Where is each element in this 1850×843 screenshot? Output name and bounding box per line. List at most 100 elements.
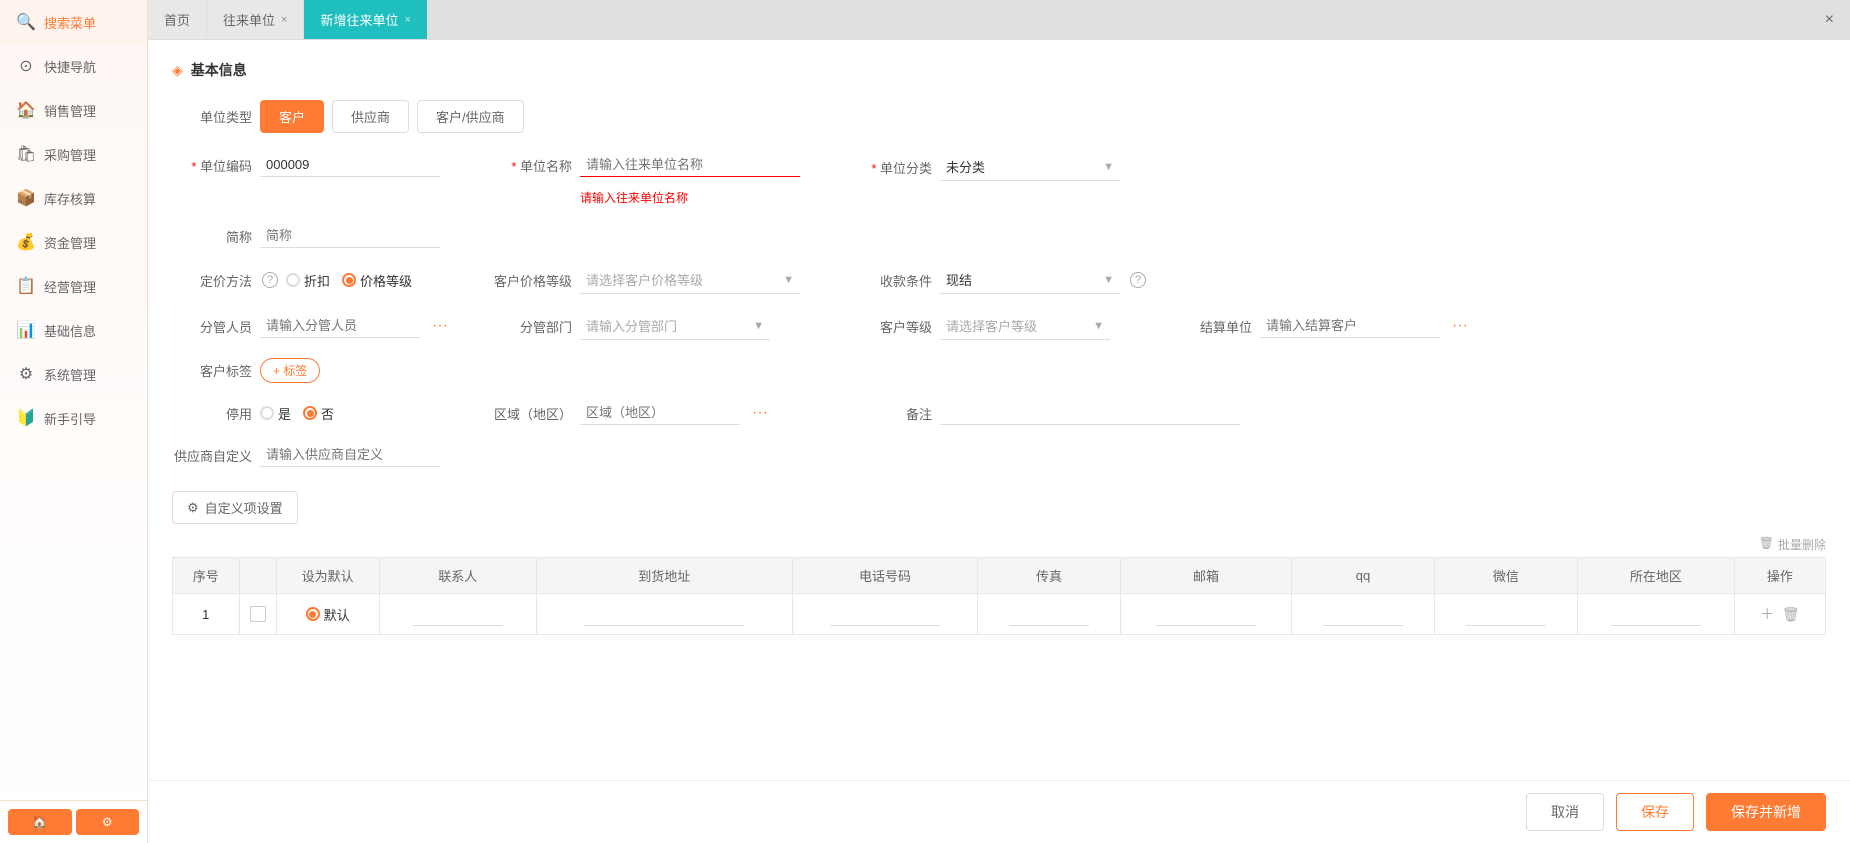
type-btn-supplier[interactable]: 供应商	[332, 100, 409, 133]
payment-terms-arrow: ▼	[1103, 274, 1114, 286]
sidebar-item-quick-nav[interactable]: ⊙ 快捷导航	[0, 44, 147, 88]
address-input[interactable]	[584, 602, 744, 626]
cell-checkbox[interactable]	[239, 594, 276, 635]
default-radio	[306, 607, 320, 621]
type-btn-customer[interactable]: 客户	[260, 100, 324, 133]
sidebar-item-sales[interactable]: 🏠 销售管理	[0, 88, 147, 132]
default-radio-item[interactable]: 默认	[287, 605, 369, 624]
customer-tag-field: 客户标签 + 标签	[172, 358, 320, 383]
window-close-button[interactable]: ×	[1809, 0, 1850, 39]
pricing-info-icon[interactable]: ?	[262, 272, 278, 288]
unit-category-select[interactable]: 未分类 ▼	[940, 153, 1120, 181]
payment-terms-info-icon[interactable]: ?	[1130, 272, 1146, 288]
custom-settings-button[interactable]: ⚙ 自定义项设置	[172, 491, 298, 524]
sidebar-item-guide[interactable]: 🔰 新手引导	[0, 396, 147, 440]
region-more-btn[interactable]: ···	[752, 404, 768, 422]
unit-name-input[interactable]	[580, 153, 800, 177]
col-default: 设为默认	[276, 558, 379, 594]
customer-level-select[interactable]: 请选择客户等级 ▼	[940, 312, 1110, 340]
tab-partners[interactable]: 往来单位 ×	[207, 0, 304, 39]
save-new-button[interactable]: 保存并新增	[1706, 793, 1826, 831]
region-table-input[interactable]	[1611, 602, 1701, 626]
contact-input[interactable]	[413, 602, 503, 626]
unit-code-input[interactable]	[260, 153, 440, 177]
delete-row-icon[interactable]: 🗑	[1782, 606, 1800, 622]
settlement-field: 结算单位 ···	[1172, 314, 1468, 338]
batch-delete-section: 🗑 批量删除	[172, 536, 1826, 553]
unit-category-label: 单位分类	[852, 158, 932, 177]
add-tag-button[interactable]: + 标签	[260, 358, 320, 383]
remark-input[interactable]	[940, 401, 1240, 425]
payment-terms-select[interactable]: 现结 ▼	[940, 266, 1120, 294]
email-input[interactable]	[1156, 602, 1256, 626]
pricing-radio-discount	[286, 273, 300, 287]
cancel-button[interactable]: 取消	[1526, 793, 1604, 831]
cell-fax[interactable]	[978, 594, 1121, 635]
col-fax: 传真	[978, 558, 1121, 594]
cell-address[interactable]	[536, 594, 792, 635]
type-btn-both[interactable]: 客户/供应商	[417, 100, 524, 133]
wechat-input[interactable]	[1466, 602, 1546, 626]
sidebar-item-basic-info[interactable]: 📊 基础信息	[0, 308, 147, 352]
row-checkbox[interactable]	[250, 606, 266, 622]
settlement-input[interactable]	[1260, 314, 1440, 338]
tab-new-partner-close[interactable]: ×	[404, 14, 410, 26]
settlement-more-btn[interactable]: ···	[1452, 317, 1468, 335]
sidebar-item-purchase[interactable]: 🛍 采购管理	[0, 132, 147, 176]
disabled-option-yes[interactable]: 是	[260, 404, 291, 423]
disabled-option-no[interactable]: 否	[303, 404, 334, 423]
short-name-input[interactable]	[260, 224, 440, 248]
col-email: 邮箱	[1120, 558, 1291, 594]
short-name-field: 简称	[172, 224, 452, 248]
cell-default: 默认	[276, 594, 379, 635]
tab-partners-close[interactable]: ×	[281, 14, 287, 26]
unit-code-label: 单位编码	[172, 156, 252, 175]
dept-select[interactable]: 请输入分管部门 ▼	[580, 312, 770, 340]
sidebar-item-system[interactable]: ⚙ 系统管理	[0, 352, 147, 396]
manager-input[interactable]	[260, 314, 420, 338]
customer-price-arrow: ▼	[783, 274, 794, 286]
col-address: 到货地址	[536, 558, 792, 594]
pricing-option-price-level[interactable]: 价格等级	[342, 271, 412, 290]
phone-input[interactable]	[830, 602, 940, 626]
cell-wechat[interactable]	[1434, 594, 1577, 635]
tab-new-partner[interactable]: 新增往来单位 ×	[304, 0, 427, 39]
cell-phone[interactable]	[792, 594, 977, 635]
cell-qq[interactable]	[1292, 594, 1435, 635]
pricing-option-discount[interactable]: 折扣	[286, 271, 330, 290]
cell-contact[interactable]	[379, 594, 536, 635]
remark-label: 备注	[852, 404, 932, 423]
unit-name-label: 单位名称	[492, 156, 572, 175]
sidebar-item-inventory[interactable]: 📦 库存核算	[0, 176, 147, 220]
sidebar-footer-home[interactable]: 🏠	[8, 809, 72, 835]
disabled-row: 停用 是 否 区域（地区）	[172, 401, 1826, 425]
guide-icon: 🔰	[16, 408, 36, 428]
sidebar-item-finance[interactable]: 💰 资金管理	[0, 220, 147, 264]
disabled-label: 停用	[172, 404, 252, 423]
sidebar-item-search[interactable]: 🔍 搜索菜单	[0, 0, 147, 44]
sidebar-footer: 🏠 ⚙	[0, 800, 147, 843]
add-row-icon[interactable]: ＋	[1760, 606, 1774, 622]
sidebar-item-operations[interactable]: 📋 经营管理	[0, 264, 147, 308]
sidebar-footer-settings[interactable]: ⚙	[76, 809, 140, 835]
region-input[interactable]	[580, 401, 740, 425]
save-button[interactable]: 保存	[1616, 793, 1694, 831]
col-contact: 联系人	[379, 558, 536, 594]
disabled-radio-group: 是 否	[260, 404, 334, 423]
customer-price-select[interactable]: 请选择客户价格等级 ▼	[580, 266, 800, 294]
tab-home[interactable]: 首页	[148, 0, 207, 39]
unit-type-field: 单位类型 客户 供应商 客户/供应商	[172, 100, 524, 133]
manager-more-btn[interactable]: ···	[432, 317, 448, 335]
fax-input[interactable]	[1009, 602, 1089, 626]
inventory-icon: 📦	[16, 188, 36, 208]
cell-email[interactable]	[1120, 594, 1291, 635]
batch-delete-label[interactable]: 批量删除	[1778, 536, 1826, 553]
supplier-custom-row: 供应商自定义	[172, 443, 1826, 467]
pricing-method-label: 定价方法	[172, 271, 252, 290]
short-name-label: 简称	[172, 227, 252, 246]
dept-field: 分管部门 请输入分管部门 ▼	[492, 312, 812, 340]
supplier-custom-input[interactable]	[260, 443, 440, 467]
cell-region[interactable]	[1577, 594, 1734, 635]
unit-type-btn-group: 客户 供应商 客户/供应商	[260, 100, 524, 133]
qq-input[interactable]	[1323, 602, 1403, 626]
